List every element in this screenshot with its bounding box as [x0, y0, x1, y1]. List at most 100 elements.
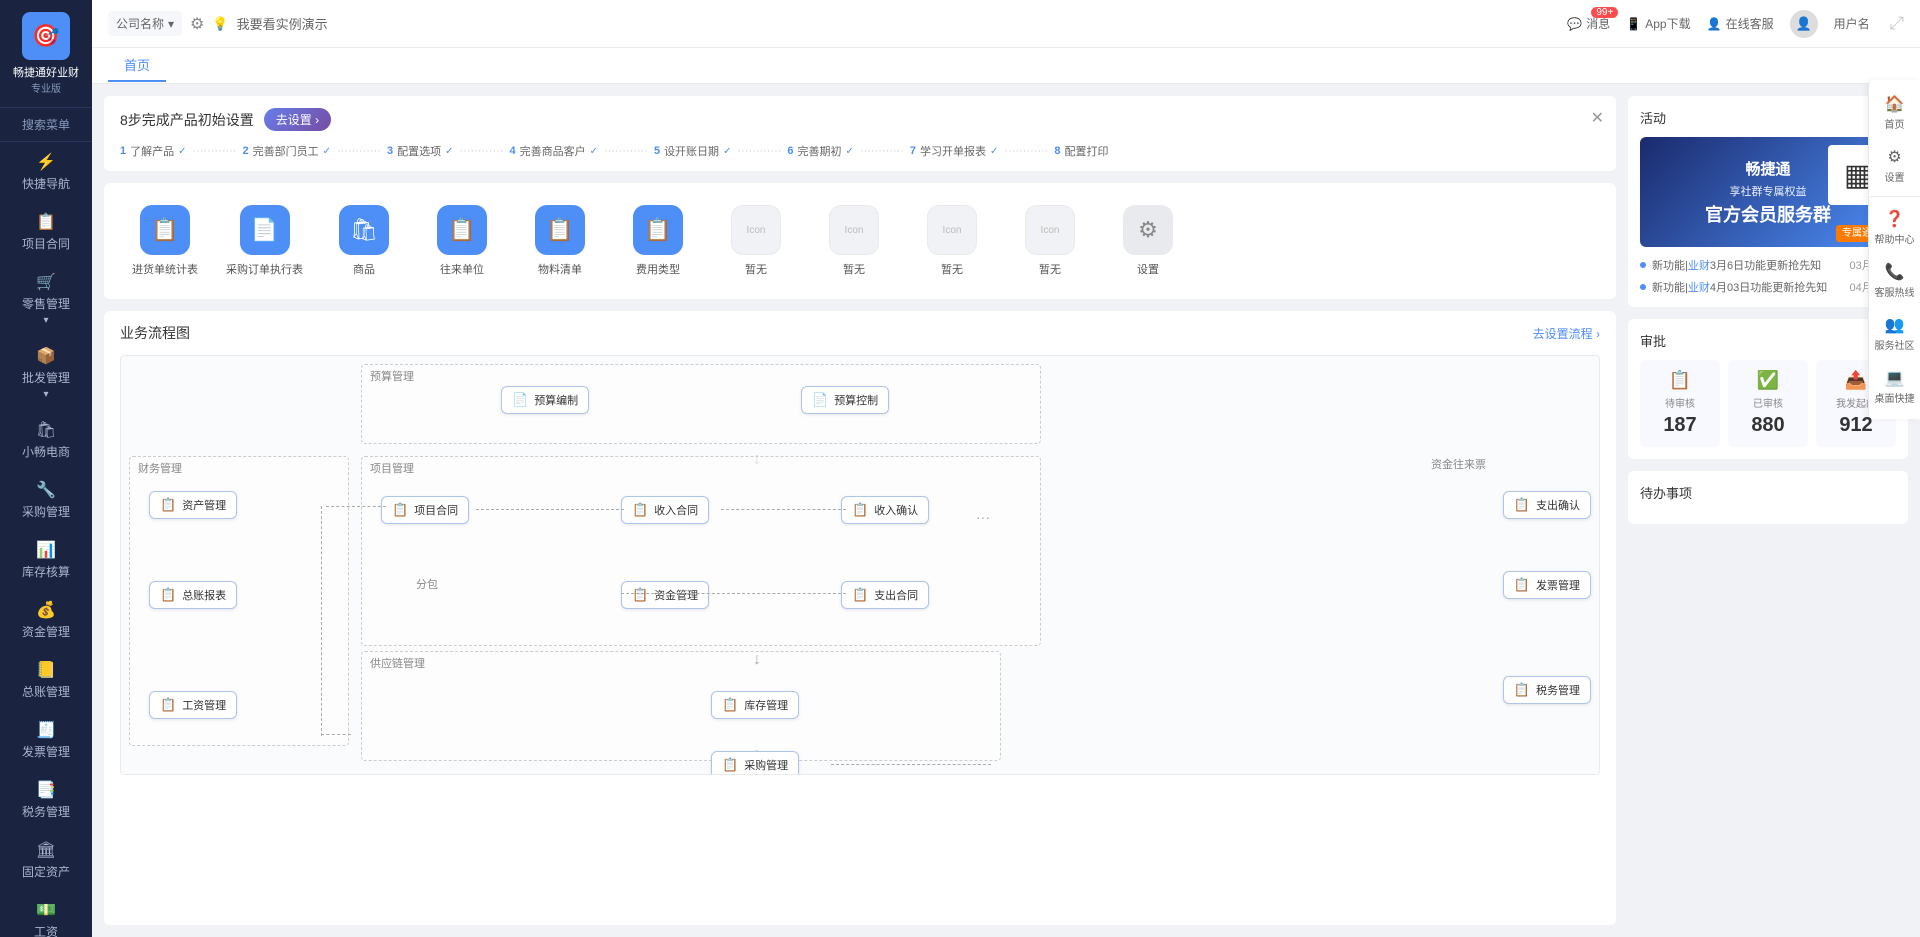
activity-banner: 畅捷通 享社群专属权益 官方会员服务群 ▦ 专属通道: [1640, 137, 1896, 247]
go-settings-button[interactable]: 去设置 ›: [264, 108, 331, 131]
gear-icon[interactable]: ⚙: [190, 14, 204, 34]
icon-wanglaidanwei[interactable]: 📋 往来单位: [417, 195, 507, 287]
demo-link[interactable]: 我要看实例演示: [237, 14, 328, 33]
node-zijin-guanli[interactable]: 📋 支出确认: [1503, 491, 1591, 519]
zijin-guanli-icon: 📋: [1514, 497, 1530, 513]
node-yusuan-bianzhi[interactable]: 📄 预算编制: [501, 386, 589, 414]
node-yusuan-kongzhi[interactable]: 📄 预算控制: [801, 386, 889, 414]
rs-item-desktop[interactable]: 💻 桌面快捷: [1869, 362, 1920, 411]
caigou-guanli-icon: 📋: [722, 757, 738, 773]
app-download-button[interactable]: 📱 App下载: [1626, 15, 1690, 32]
close-icon[interactable]: ✕: [1591, 108, 1604, 128]
icon-caigoudanding[interactable]: 📄 采购订单执行表: [218, 195, 311, 287]
sidebar-item-lingshou[interactable]: 🛒 零售管理 ▾: [0, 262, 92, 336]
icon-shezhi[interactable]: ⚙ 设置: [1103, 195, 1193, 287]
rs-item-settings[interactable]: ⚙ 设置: [1869, 141, 1920, 190]
sidebar-item-kuaijie[interactable]: ⚡ 快捷导航: [0, 142, 92, 202]
company-selector[interactable]: 公司名称 ▾: [108, 11, 182, 36]
rs-item-help[interactable]: ❓ 帮助中心: [1869, 203, 1920, 252]
sidebar-item-fapiao[interactable]: 🧾 发票管理: [0, 710, 92, 770]
sidebar-search[interactable]: 搜索菜单: [0, 108, 92, 142]
kucun-guanli-icon: 📋: [722, 697, 738, 713]
icon-feiyongleixing[interactable]: 📋 费用类型: [613, 195, 703, 287]
zhichu-queren-icon: 📋: [852, 587, 868, 603]
node-zongzhang[interactable]: 📋 总账报表: [149, 581, 237, 609]
zanwu2-label: 暂无: [843, 261, 865, 277]
sidebar-item-kucun[interactable]: 📊 库存核算: [0, 530, 92, 590]
feiyongleixing-label: 费用类型: [636, 261, 680, 277]
home-icon: 🏠: [1885, 94, 1905, 114]
node-fapiao-guanli[interactable]: 📋 发票管理: [1503, 571, 1591, 599]
sidebar-item-xiaochang[interactable]: 🛍 小畅电商: [0, 410, 92, 470]
sidebar-item-shuiwu[interactable]: 📑 税务管理: [0, 770, 92, 830]
dashed-left1: [326, 506, 386, 507]
flow-settings-link[interactable]: 去设置流程 ›: [1533, 325, 1600, 342]
message-button[interactable]: 💬 消息 99+: [1567, 15, 1610, 32]
group-yusuan-label: 预算管理: [362, 365, 1040, 387]
icon-wuliaoqingdan[interactable]: 📋 物料清单: [515, 195, 605, 287]
icon-shangpin[interactable]: 🛍 商品: [319, 195, 409, 287]
node-shouru-hetong[interactable]: 📋 收入合同: [621, 496, 709, 524]
flow-title: 业务流程图: [120, 323, 190, 343]
icon-zanwu4[interactable]: Icon 暂无: [1005, 195, 1095, 287]
service-button[interactable]: 👤 在线客服: [1707, 15, 1774, 32]
node-zhichu-hetong[interactable]: 📋 资金管理: [621, 581, 709, 609]
rs-item-home[interactable]: 🏠 首页: [1869, 88, 1920, 137]
icon-zanwu1[interactable]: Icon 暂无: [711, 195, 801, 287]
community-icon: 👥: [1885, 315, 1905, 335]
setup-banner: 8步完成产品初始设置 去设置 › ✕ 1 了解产品 ✓ ············…: [104, 96, 1616, 171]
sidebar-item-label: 固定资产: [22, 863, 70, 880]
user-avatar[interactable]: 👤: [1790, 10, 1818, 38]
rs-item-community[interactable]: 👥 服务社区: [1869, 309, 1920, 358]
sidebar-item-zongzhang[interactable]: 📒 总账管理: [0, 650, 92, 710]
check-icon: ✓: [445, 146, 453, 157]
sidebar-item-gudingzichan[interactable]: 🏛 固定资产: [0, 830, 92, 890]
node-shouru-queren[interactable]: 📋 收入确认: [841, 496, 929, 524]
step-1: 1 了解产品 ✓: [120, 143, 187, 159]
demo-link-icon: 💡: [212, 16, 228, 32]
banner-main: 官方会员服务群: [1705, 201, 1831, 227]
node-zhichu-queren[interactable]: 📋 支出合同: [841, 581, 929, 609]
zanwu3-label: 暂无: [941, 261, 963, 277]
logo-text: 畅捷通好业财: [8, 66, 84, 80]
main-area: 公司名称 ▾ ⚙ 💡 我要看实例演示 💬 消息 99+ 📱 App下载 👤 在线…: [92, 0, 1920, 937]
expand-icon[interactable]: ⤢: [1890, 13, 1904, 34]
zanwu2-icon-box: Icon: [829, 205, 879, 255]
stat-pending[interactable]: 📋 待审核 187: [1640, 360, 1720, 447]
node-caigou-guanli[interactable]: 📋 采购管理: [711, 751, 799, 775]
approval-card: 审批 📋 待审核 187 ✅ 已审核 880 📤 我发起的: [1628, 319, 1908, 459]
node-shuiwu-guanli[interactable]: 📋 税务管理: [1503, 676, 1591, 704]
chevron-down-icon: ▾: [43, 315, 48, 326]
node-zichan[interactable]: 📋 资产管理: [149, 491, 237, 519]
lingshou-icon: 🛒: [36, 272, 56, 292]
todo-card: 待办事项: [1628, 471, 1908, 524]
icon-zanwu2[interactable]: Icon 暂无: [809, 195, 899, 287]
node-kucun-guanli[interactable]: 📋 库存管理: [711, 691, 799, 719]
gongzi-icon: 💵: [36, 900, 56, 920]
sidebar-item-xiangmu[interactable]: 📋 项目合同: [0, 202, 92, 262]
node-gongzi[interactable]: 📋 工资管理: [149, 691, 237, 719]
fapiao-guanli-icon: 📋: [1514, 577, 1530, 593]
jinhuodan-icon-box: 📋: [140, 205, 190, 255]
caigou-icon: 🔧: [36, 480, 56, 500]
bianzhi-icon: 📄: [512, 392, 528, 408]
setup-title: 8步完成产品初始设置 去设置 ›: [120, 108, 1600, 131]
topbar: 公司名称 ▾ ⚙ 💡 我要看实例演示 💬 消息 99+ 📱 App下载 👤 在线…: [92, 0, 1920, 48]
dashed-shouru-queren: [721, 509, 846, 510]
message-icon: 💬: [1567, 17, 1582, 31]
sidebar-item-zijin[interactable]: 💰 资金管理: [0, 590, 92, 650]
icon-zanwu3[interactable]: Icon 暂无: [907, 195, 997, 287]
xiangmu-icon: 📋: [36, 212, 56, 232]
topbar-right: 💬 消息 99+ 📱 App下载 👤 在线客服 👤 用户名: [1567, 10, 1869, 38]
tab-home[interactable]: 首页: [108, 49, 166, 82]
sidebar-item-gongzi[interactable]: 💵 工资: [0, 890, 92, 937]
icon-jinhuodan[interactable]: 📋 进货单统计表: [120, 195, 210, 287]
sidebar-item-pifa[interactable]: 📦 批发管理 ▾: [0, 336, 92, 410]
stat-approved[interactable]: ✅ 已审核 880: [1728, 360, 1808, 447]
node-xiangmu-hetong[interactable]: 📋 项目合同: [381, 496, 469, 524]
zanwu1-icon-box: Icon: [731, 205, 781, 255]
sidebar-item-caigou[interactable]: 🔧 采购管理: [0, 470, 92, 530]
content-area: 8步完成产品初始设置 去设置 › ✕ 1 了解产品 ✓ ············…: [92, 84, 1920, 937]
rs-item-service[interactable]: 📞 客服热线: [1869, 256, 1920, 305]
approval-stats: 📋 待审核 187 ✅ 已审核 880 📤 我发起的 912: [1640, 360, 1896, 447]
